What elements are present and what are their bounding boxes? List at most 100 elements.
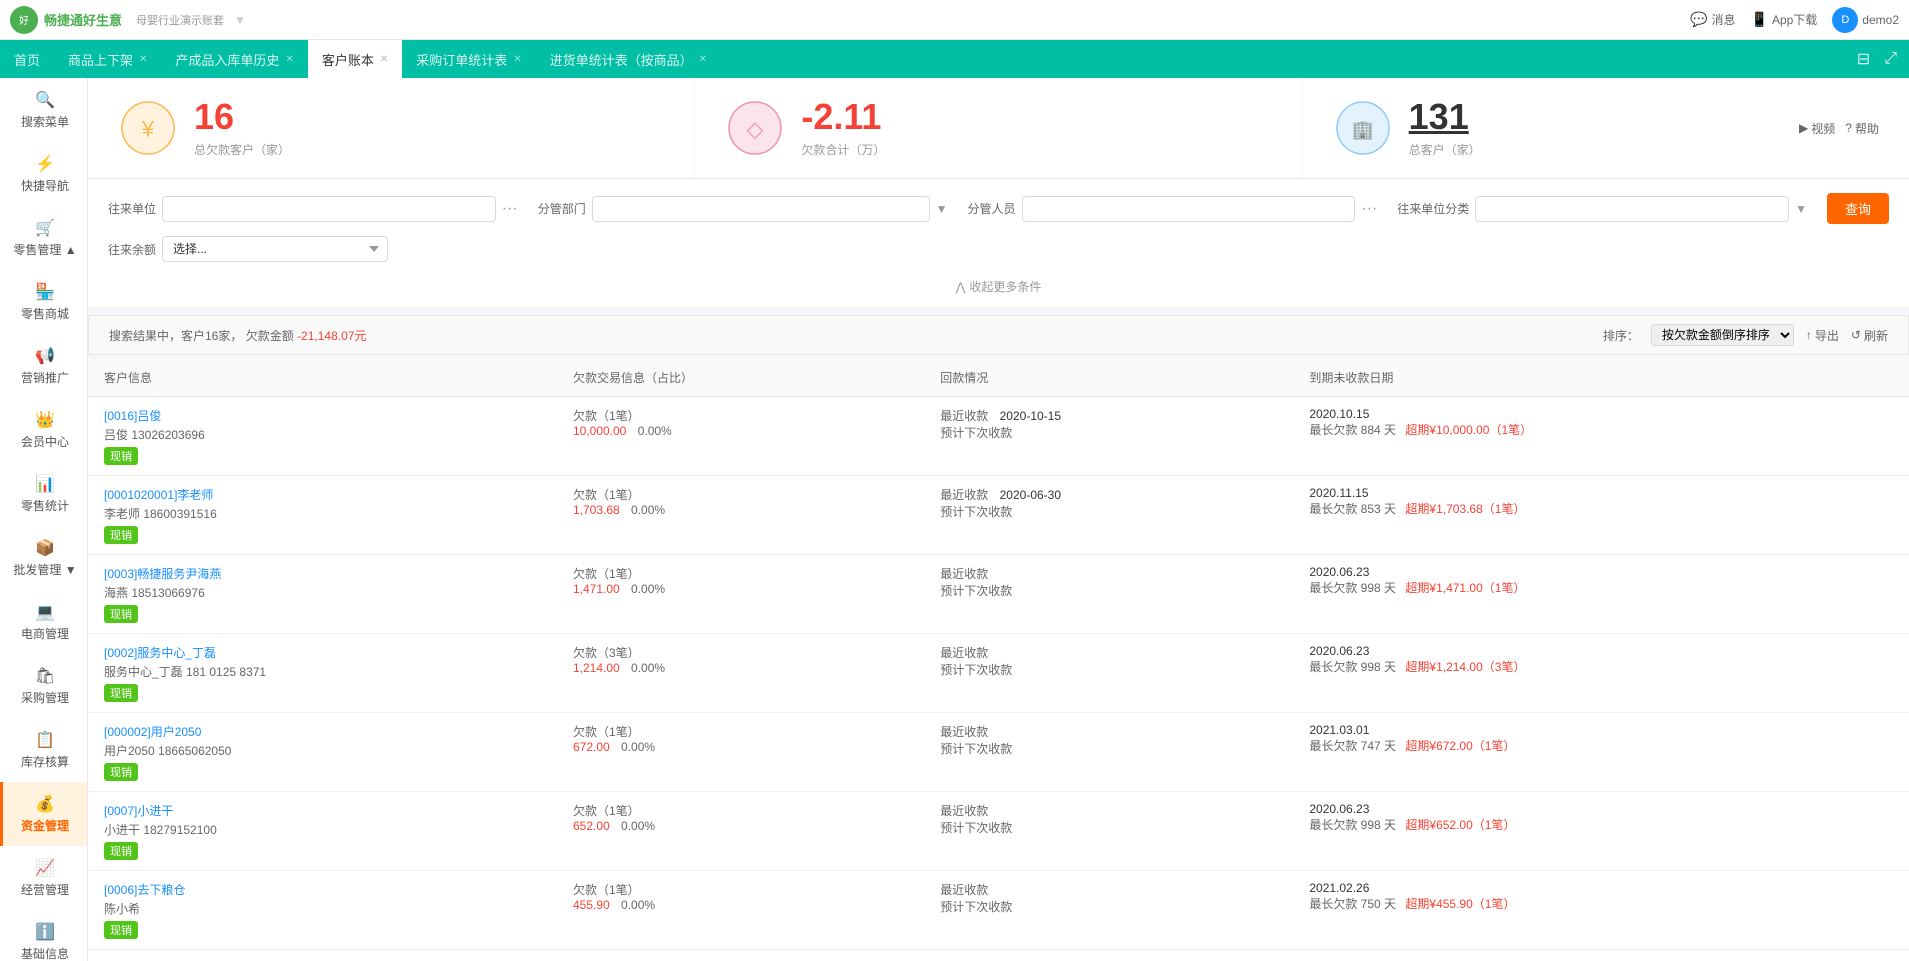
filter-unit-class: 往来单位分类 ▼ [1397,196,1807,222]
tab-warehouse-history[interactable]: 产成品入库单历史 ✕ [161,40,307,78]
customer-name[interactable]: [0016]吕俊 [104,407,541,424]
sidebar-item-basic-info[interactable]: ℹ️ 基础信息 [0,910,87,961]
overdue-amount-link[interactable]: 超期¥10,000.00（1笔） [1405,423,1532,437]
overdue-days: 最长欠款 747 天 [1309,739,1396,753]
next-collection: 预计下次收款 [940,898,1277,915]
table-header-row: 客户信息 欠款交易信息（占比） 回款情况 到期未收款日期 [88,359,1909,397]
main-layout: 🔍 搜索菜单 ⚡ 快捷导航 🛒 零售管理 ▲ 🏪 零售商城 📢 营销推广 👑 会… [0,78,1909,961]
sidebar-item-marketing[interactable]: 📢 营销推广 [0,334,87,398]
debt-pct: 0.00% [638,424,672,438]
user-action[interactable]: D demo2 [1832,7,1899,33]
refresh-action[interactable]: ↺ 刷新 [1851,327,1888,344]
customer-name[interactable]: [0006]去下粮仓 [104,881,541,898]
debt-total-number: -2.11 [801,99,885,135]
customer-tag: 现销 [104,447,138,465]
tab-home[interactable]: 首页 [0,40,54,78]
next-collection: 预计下次收款 [940,424,1277,441]
debt-info-cell: 欠款（1笔） 10,000.00 0.00% [557,397,924,476]
close-tab-goods[interactable]: ✕ [699,54,707,65]
customer-name[interactable]: [000002]用户2050 [104,723,541,740]
overdue-amount-link[interactable]: 超期¥1,703.68（1笔） [1405,502,1525,516]
overdue-amount-link[interactable]: 超期¥1,214.00（3笔） [1405,660,1525,674]
customer-phone: 陈小希 [104,900,541,917]
sidebar-item-retail-stats[interactable]: 📊 零售统计 [0,462,87,526]
debt-amount[interactable]: 455.90 [573,898,610,912]
customer-tag: 现销 [104,605,138,623]
overdue-amount-link[interactable]: 超期¥672.00（1笔） [1405,739,1515,753]
sidebar-item-operations[interactable]: 📈 经营管理 [0,846,87,910]
nav-collapse-btn[interactable]: ⊟ [1853,47,1874,71]
coming-unit-input[interactable] [162,196,496,222]
debt-amount[interactable]: 1,214.00 [573,661,620,675]
sidebar-item-finance[interactable]: 💰 资金管理 [0,782,87,846]
recent-label: 最近收款 [940,883,988,897]
tab-goods-stats[interactable]: 进货单统计表（按商品） ✕ [536,40,721,78]
overdue-date: 2020.06.23 [1309,565,1893,579]
sidebar-item-purchase[interactable]: 🛍 采购管理 [0,654,87,718]
debt-amount[interactable]: 652.00 [573,819,610,833]
person-input[interactable] [1022,196,1356,222]
unit-class-dropdown-icon[interactable]: ▼ [1795,202,1807,216]
sort-select[interactable]: 按欠款金额倒序排序 按欠款金额正序排序 [1651,324,1794,346]
help-action[interactable]: ? 帮助 [1845,120,1879,137]
debt-amount[interactable]: 1,703.68 [573,503,620,517]
debt-total-label: 欠款合计（万） [801,141,885,158]
sidebar-item-nav[interactable]: ⚡ 快捷导航 [0,142,87,206]
debt-amount[interactable]: 672.00 [573,740,610,754]
customer-tag: 现销 [104,684,138,702]
collapse-icon: ⋀ [956,280,966,294]
query-button[interactable]: 查询 [1827,193,1889,224]
debt-amount[interactable]: 10,000.00 [573,424,626,438]
overdue-amount-link[interactable]: 超期¥1,471.00（1笔） [1405,581,1525,595]
close-tab-products-listing[interactable]: ✕ [139,54,147,65]
dept-dropdown-icon[interactable]: ▼ [936,202,948,216]
tab-customer-account[interactable]: 客户账本 ✕ [308,40,402,78]
collapse-row[interactable]: ⋀ 收起更多条件 [108,274,1889,299]
overdue-date-cell: 2020.06.23 最长欠款 998 天 超期¥1,214.00（3笔） [1293,634,1909,713]
customer-name[interactable]: [0002]服务中心_丁磊 [104,644,541,661]
close-tab-warehouse[interactable]: ✕ [285,54,293,65]
export-action[interactable]: ↑ 导出 [1806,327,1839,344]
coming-unit-label: 往来单位 [108,200,156,217]
overdue-amount-link[interactable]: 超期¥652.00（1笔） [1405,818,1515,832]
sidebar-item-members[interactable]: 👑 会员中心 [0,398,87,462]
tab-purchase-stats[interactable]: 采购订单统计表 ✕ [402,40,535,78]
svg-text:🏢: 🏢 [1351,120,1373,140]
customer-info-cell: [000001]黄思源 黄思源 13552700226 现销 [88,950,557,961]
app-download-action[interactable]: 📱 App下载 [1751,11,1818,28]
customer-info-cell: [0007]小进干 小进干 18279152100 现销 [88,792,557,871]
col-debt-info: 欠款交易信息（占比） [557,359,924,397]
tab-products-listing[interactable]: 商品上下架 ✕ [54,40,161,78]
stat-icon-total: 🏢 [1333,98,1393,158]
person-dots[interactable]: ··· [1361,200,1377,218]
unit-class-input[interactable] [1475,196,1789,222]
sidebar-item-search[interactable]: 🔍 搜索菜单 [0,78,87,142]
customer-info-cell: [000002]用户2050 用户2050 18665062050 现销 [88,713,557,792]
sidebar-item-ecommerce[interactable]: 💻 电商管理 [0,590,87,654]
stat-info-debt: 16 总欠款客户（家） [194,99,290,158]
customer-name[interactable]: [0003]畅捷服务尹海燕 [104,565,541,582]
close-tab-customer[interactable]: ✕ [380,54,388,65]
overdue-amount-link[interactable]: 超期¥455.90（1笔） [1405,897,1515,911]
sidebar-item-retail-mgmt[interactable]: 🛒 零售管理 ▲ [0,206,87,270]
overdue-date-cell: 2021.02.26 最长欠款 750 天 超期¥455.90（1笔） [1293,871,1909,950]
sidebar-item-wholesale[interactable]: 📦 批发管理 ▼ [0,526,87,590]
stat-icon-debt-total: ◇ [725,98,785,158]
customer-phone: 小进干 18279152100 [104,821,541,838]
close-tab-purchase[interactable]: ✕ [513,54,521,65]
message-action[interactable]: 💬 消息 [1690,11,1735,28]
sidebar-item-retail-mall[interactable]: 🏪 零售商城 [0,270,87,334]
overdue-days: 最长欠款 853 天 [1309,502,1396,516]
customer-name[interactable]: [0001020001]李老师 [104,486,541,503]
debt-amount[interactable]: 1,471.00 [573,582,620,596]
sidebar-item-inventory[interactable]: 📋 库存核算 [0,718,87,782]
balance-select[interactable]: 选择... 欠款 预付 [162,236,388,262]
coming-unit-dots[interactable]: ··· [502,200,518,218]
dept-input[interactable] [592,196,930,222]
video-action[interactable]: ▶ 视频 [1799,120,1835,137]
filter-dept: 分管部门 ▼ [538,196,948,222]
person-label: 分管人员 [968,200,1016,217]
nav-expand-btn[interactable]: ⤢ [1880,48,1901,70]
recent-label: 最近收款 [940,804,988,818]
customer-name[interactable]: [0007]小进干 [104,802,541,819]
